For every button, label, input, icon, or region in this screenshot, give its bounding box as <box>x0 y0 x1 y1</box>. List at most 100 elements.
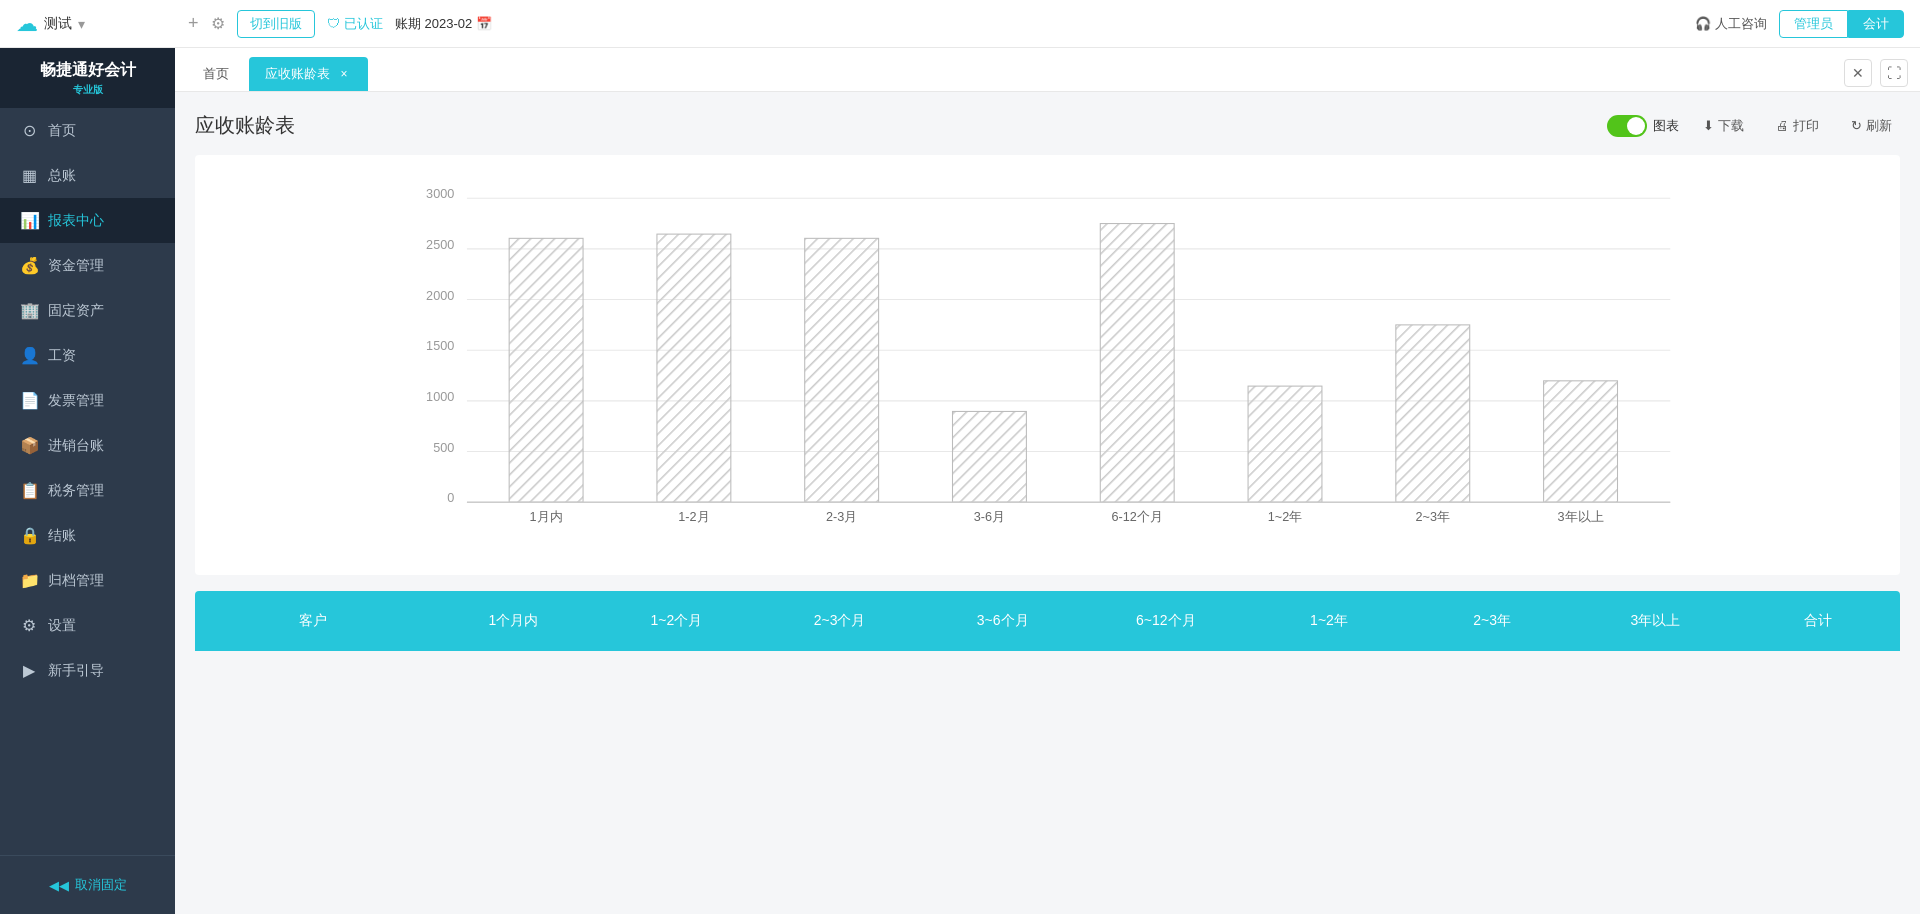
refresh-button[interactable]: ↻ 刷新 <box>1843 113 1900 139</box>
page-content: 应收账龄表 图表 ⬇ 下载 🖨 打印 ↻ <box>175 92 1920 914</box>
chart-toggle-label: 图表 <box>1653 117 1679 135</box>
assets-icon: 🏢 <box>20 301 38 320</box>
sidebar-item-invoice[interactable]: 📄 发票管理 <box>0 378 175 423</box>
svg-text:2~3年: 2~3年 <box>1416 510 1450 524</box>
col-header-2-3y: 2~3年 <box>1411 612 1574 630</box>
print-icon: 🖨 <box>1776 118 1789 133</box>
chart-toggle[interactable] <box>1607 115 1647 137</box>
closing-icon: 🔒 <box>20 526 38 545</box>
ledger-icon: ▦ <box>20 166 38 185</box>
archive-icon: 📁 <box>20 571 38 590</box>
svg-rect-19 <box>805 238 879 502</box>
guide-icon: ▶ <box>20 661 38 680</box>
headset-icon: 🎧 <box>1695 16 1711 31</box>
svg-text:3年以上: 3年以上 <box>1558 510 1604 524</box>
report-actions: 图表 ⬇ 下载 🖨 打印 ↻ 刷新 <box>1607 113 1900 139</box>
sidebar-item-purchase[interactable]: 📦 进销台账 <box>0 423 175 468</box>
print-button[interactable]: 🖨 打印 <box>1768 113 1827 139</box>
pin-icon: ◀◀ <box>49 878 69 893</box>
chart-toggle-wrap: 图表 <box>1607 115 1679 137</box>
col-header-1-2m: 1~2个月 <box>595 612 758 630</box>
funds-icon: 💰 <box>20 256 38 275</box>
page-title: 应收账龄表 <box>195 112 295 139</box>
download-button[interactable]: ⬇ 下载 <box>1695 113 1752 139</box>
sidebar-item-guide[interactable]: ▶ 新手引导 <box>0 648 175 693</box>
svg-text:500: 500 <box>433 441 454 455</box>
download-icon: ⬇ <box>1703 118 1714 133</box>
tab-receivables-aging[interactable]: 应收账龄表 × <box>249 57 368 91</box>
svg-rect-29 <box>1544 381 1618 502</box>
expand-window-button[interactable]: ⛶ <box>1880 59 1908 87</box>
sidebar-item-settings[interactable]: ⚙ 设置 <box>0 603 175 648</box>
col-header-customer: 客户 <box>195 612 432 630</box>
sidebar-logo: 畅捷通好会计 专业版 <box>0 48 175 108</box>
tax-icon: 📋 <box>20 481 38 500</box>
col-header-1m: 1个月内 <box>432 612 595 630</box>
sidebar-item-reports[interactable]: 📊 报表中心 <box>0 198 175 243</box>
svg-text:2000: 2000 <box>426 289 454 303</box>
sidebar-item-archive[interactable]: 📁 归档管理 <box>0 558 175 603</box>
sidebar-item-funds[interactable]: 💰 资金管理 <box>0 243 175 288</box>
svg-text:1~2年: 1~2年 <box>1268 510 1302 524</box>
col-header-total: 合计 <box>1737 612 1900 630</box>
bar-chart: 0 500 1000 1500 2000 2500 3000 <box>215 175 1880 555</box>
sidebar-item-assets[interactable]: 🏢 固定资产 <box>0 288 175 333</box>
svg-text:0: 0 <box>447 491 454 505</box>
close-window-button[interactable]: ✕ <box>1844 59 1872 87</box>
user-role-selector: 管理员 会计 <box>1779 10 1904 38</box>
company-selector[interactable]: ☁ 测试 ▾ <box>16 11 176 37</box>
svg-rect-21 <box>953 411 1027 502</box>
svg-rect-25 <box>1248 386 1322 502</box>
dropdown-icon: ▾ <box>78 16 85 32</box>
chart-area: 0 500 1000 1500 2000 2500 3000 <box>195 155 1900 575</box>
shield-icon: 🛡 <box>327 16 340 31</box>
svg-text:6-12个月: 6-12个月 <box>1112 510 1163 524</box>
period-display: 账期 2023-02 📅 <box>395 15 493 33</box>
sidebar-item-payroll[interactable]: 👤 工资 <box>0 333 175 378</box>
svg-text:1月内: 1月内 <box>530 510 563 524</box>
svg-text:2500: 2500 <box>426 238 454 252</box>
settings-sidebar-icon: ⚙ <box>20 616 38 635</box>
consult-button[interactable]: 🎧 人工咨询 <box>1695 15 1767 33</box>
svg-text:3-6月: 3-6月 <box>974 510 1005 524</box>
svg-rect-15 <box>509 238 583 502</box>
invoice-icon: 📄 <box>20 391 38 410</box>
svg-rect-27 <box>1396 325 1470 502</box>
svg-text:2-3月: 2-3月 <box>826 510 857 524</box>
certified-badge: 🛡 已认证 <box>327 15 383 33</box>
svg-text:3000: 3000 <box>426 187 454 201</box>
home-icon: ⊙ <box>20 121 38 140</box>
svg-text:1-2月: 1-2月 <box>678 510 709 524</box>
sidebar-item-ledger[interactable]: ▦ 总账 <box>0 153 175 198</box>
refresh-icon: ↻ <box>1851 118 1862 133</box>
purchase-icon: 📦 <box>20 436 38 455</box>
sidebar-item-home[interactable]: ⊙ 首页 <box>0 108 175 153</box>
tab-home[interactable]: 首页 <box>187 57 245 91</box>
manager-button[interactable]: 管理员 <box>1779 10 1848 38</box>
add-company-icon[interactable]: + <box>188 13 199 34</box>
reports-icon: 📊 <box>20 211 38 230</box>
sidebar: 畅捷通好会计 专业版 ⊙ 首页 ▦ 总账 📊 报表中心 💰 资金管理 🏢 <box>0 48 175 914</box>
switch-version-button[interactable]: 切到旧版 <box>237 10 315 38</box>
tab-close-button[interactable]: × <box>336 66 352 82</box>
payroll-icon: 👤 <box>20 346 38 365</box>
report-header: 应收账龄表 图表 ⬇ 下载 🖨 打印 ↻ <box>195 112 1900 139</box>
svg-text:1500: 1500 <box>426 339 454 353</box>
svg-rect-23 <box>1100 224 1174 503</box>
sidebar-item-tax[interactable]: 📋 税务管理 <box>0 468 175 513</box>
svg-text:1000: 1000 <box>426 390 454 404</box>
svg-rect-17 <box>657 234 731 502</box>
company-name: 测试 <box>44 15 72 33</box>
unpin-button[interactable]: ◀◀ 取消固定 <box>0 866 175 904</box>
settings-icon[interactable]: ⚙ <box>211 14 225 33</box>
col-header-2-3m: 2~3个月 <box>758 612 921 630</box>
accountant-button[interactable]: 会计 <box>1848 10 1904 38</box>
col-header-3-6m: 3~6个月 <box>921 612 1084 630</box>
table-header: 客户 1个月内 1~2个月 2~3个月 3~6个月 6~12个月 1~2年 2~… <box>195 591 1900 651</box>
calendar-icon[interactable]: 📅 <box>476 16 492 31</box>
col-header-6-12m: 6~12个月 <box>1084 612 1247 630</box>
col-header-1-2y: 1~2年 <box>1247 612 1410 630</box>
tabs-bar: 首页 应收账龄表 × ✕ ⛶ <box>175 48 1920 92</box>
col-header-3y-plus: 3年以上 <box>1574 612 1737 630</box>
sidebar-item-closing[interactable]: 🔒 结账 <box>0 513 175 558</box>
